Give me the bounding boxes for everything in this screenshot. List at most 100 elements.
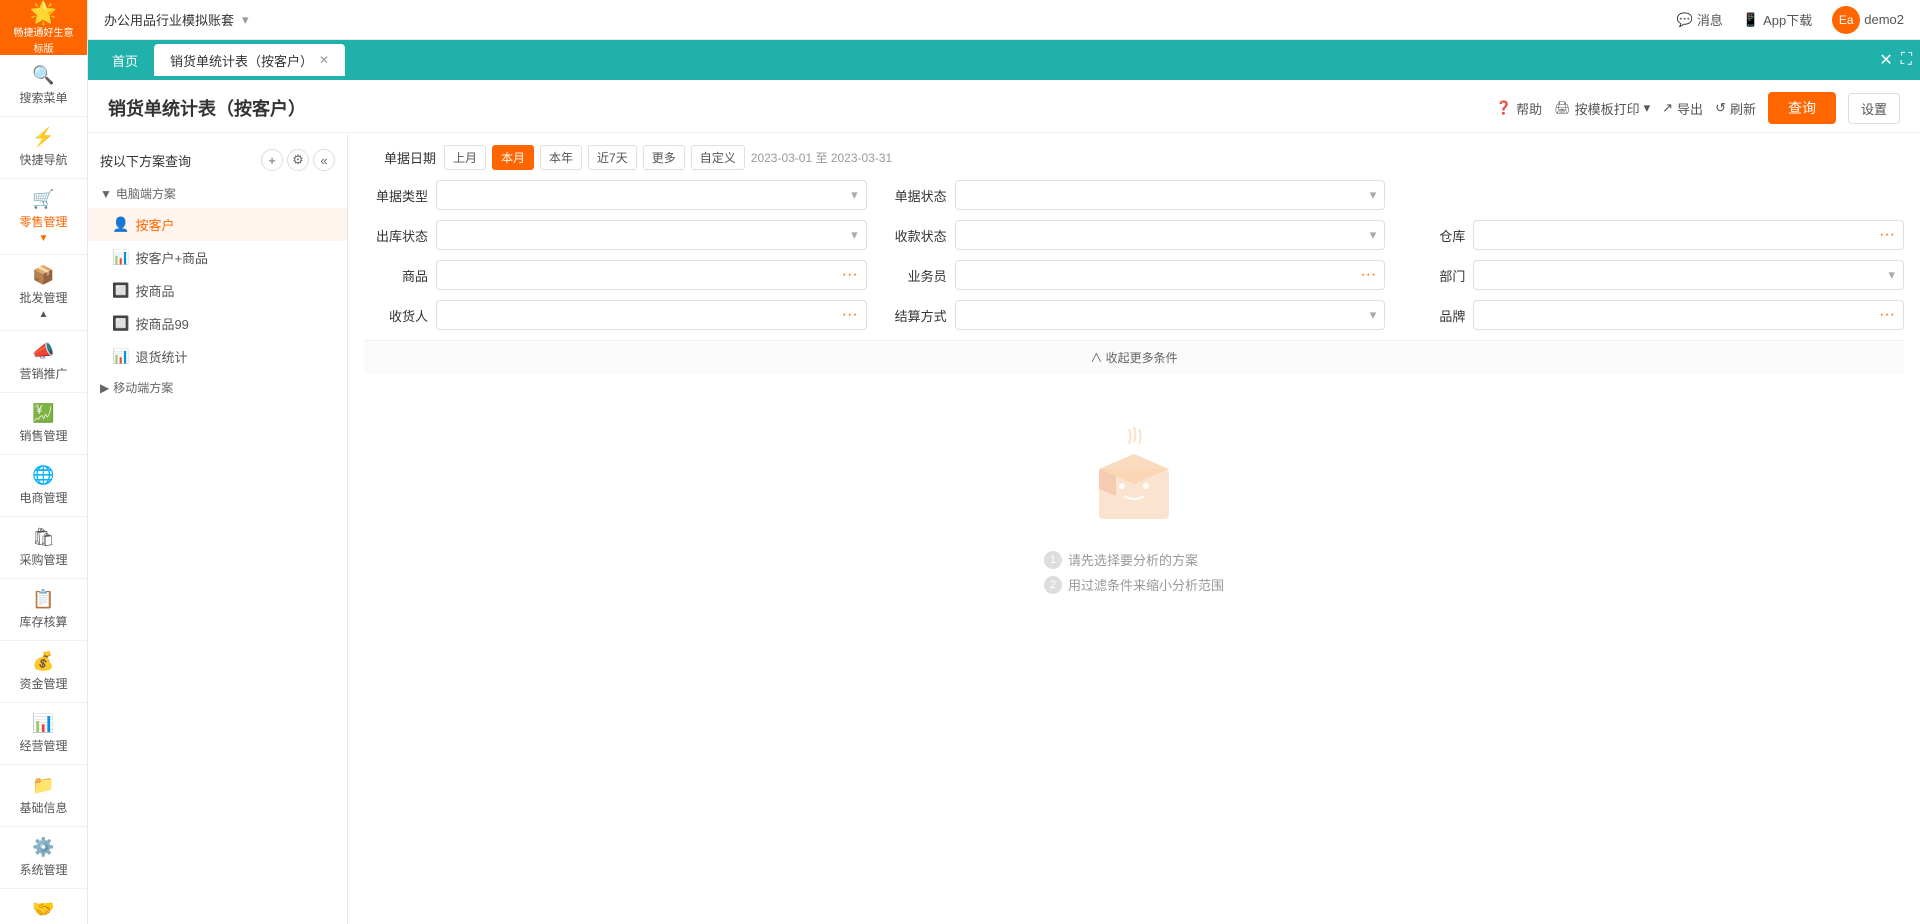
filter-cell-brand: 品牌 ··· (1401, 300, 1904, 330)
tip-text-2: 用过滤条件来缩小分析范围 (1068, 575, 1224, 594)
out-status-control[interactable]: ▾ (436, 220, 867, 250)
tab-close-icon[interactable]: ✕ (319, 53, 329, 67)
plan-item-refund[interactable]: 📊 退货统计 (88, 340, 347, 373)
date-btn-more[interactable]: 更多 (643, 145, 685, 170)
department-label: 部门 (1401, 266, 1473, 285)
sidebar-label-marketing: 营销推广 (19, 365, 67, 382)
salesman-control[interactable]: ··· (955, 260, 1386, 290)
desktop-section[interactable]: ▼ 电脑端方案 (88, 179, 347, 208)
date-btn-this-month[interactable]: 本月 (492, 145, 534, 170)
plan-item-by-customer-goods[interactable]: 📊 按客户+商品 (88, 241, 347, 274)
template-print-btn[interactable]: 🖨 按模板打印 ▾ (1554, 99, 1650, 118)
finance-icon: 💰 (32, 651, 54, 672)
voucher-type-control[interactable]: ▾ (436, 180, 867, 210)
collect-status-control[interactable]: ▾ (955, 220, 1386, 250)
plan-item-by-customer[interactable]: 👤 按客户 (88, 208, 347, 241)
query-btn[interactable]: 查询 (1768, 92, 1836, 124)
retail-expand-icon: ▼ (39, 233, 49, 244)
home-tab-label: 首页 (112, 51, 138, 70)
account-dropdown-icon[interactable]: ▾ (242, 12, 249, 28)
date-btn-this-year[interactable]: 本年 (540, 145, 582, 170)
app-download-btn[interactable]: 📱 App下载 (1743, 10, 1812, 29)
sidebar-item-finance[interactable]: 💰 资金管理 (0, 641, 87, 703)
sidebar-item-search-menu[interactable]: 🔍 搜索菜单 (0, 55, 87, 117)
sidebar-item-purchase[interactable]: 🛍 采购管理 (0, 517, 87, 579)
date-btn-last-month[interactable]: 上月 (444, 145, 486, 170)
tab-bar: 首页 销货单统计表（按客户） ✕ ✕ ⛶ (88, 40, 1920, 80)
sidebar-item-wholesale[interactable]: 📦 批发管理 ▲ (0, 255, 87, 331)
enterprise-icon: 🤝 (32, 899, 54, 920)
wholesale-expand-icon: ▲ (39, 309, 49, 320)
empty-tip-1: 1 请先选择要分析的方案 (1044, 550, 1224, 569)
mobile-section[interactable]: ▶ 移动端方案 (88, 373, 347, 402)
filter-row-date: 单据日期 上月 本月 本年 近7天 更多 自定义 2023-03-01 至 20… (364, 145, 1904, 170)
sidebar-label-operations: 经营管理 (19, 737, 67, 754)
message-icon: 💬 (1677, 12, 1693, 28)
help-btn[interactable]: ❓ 帮助 (1496, 99, 1542, 118)
settings-btn[interactable]: 设置 (1848, 93, 1900, 124)
warehouse-control[interactable]: ··· (1473, 220, 1904, 250)
tab-close-window-icon[interactable]: ✕ (1879, 50, 1892, 70)
sidebar-item-system[interactable]: ⚙️ 系统管理 (0, 827, 87, 889)
receiver-control[interactable]: ··· (436, 300, 867, 330)
filter-cell-salesman: 业务员 ··· (883, 260, 1386, 290)
help-label: 帮助 (1516, 99, 1542, 118)
by-customer-label: 按客户 (135, 215, 174, 234)
tip-num-1: 1 (1044, 551, 1062, 569)
sidebar-item-retail[interactable]: 🛒 零售管理 ▼ (0, 179, 87, 255)
right-panel: 单据日期 上月 本月 本年 近7天 更多 自定义 2023-03-01 至 20… (348, 133, 1920, 924)
basic-info-icon: 📁 (32, 775, 54, 796)
plan-item-by-goods-99[interactable]: 🔲 按商品99 (88, 307, 347, 340)
export-btn[interactable]: ↗ 导出 (1662, 99, 1703, 118)
date-btn-custom[interactable]: 自定义 (691, 145, 745, 170)
settlement-control[interactable]: ▾ (955, 300, 1386, 330)
voucher-status-control[interactable]: ▾ (955, 180, 1386, 210)
empty-state: 1 请先选择要分析的方案 2 用过滤条件来缩小分析范围 (364, 374, 1904, 634)
sidebar-item-basic-info[interactable]: 📁 基础信息 (0, 765, 87, 827)
settings-plan-btn[interactable]: ⚙ (287, 149, 309, 171)
plan-item-by-goods[interactable]: 🔲 按商品 (88, 274, 347, 307)
sidebar-item-inventory[interactable]: 📋 库存核算 (0, 579, 87, 641)
empty-tip-2: 2 用过滤条件来缩小分析范围 (1044, 575, 1224, 594)
report-tab-label: 销货单统计表（按客户） (170, 51, 313, 70)
salesman-dots: ··· (1360, 266, 1376, 284)
messages-btn[interactable]: 💬 消息 (1677, 10, 1723, 29)
collapse-bar[interactable]: ∧ 收起更多条件 (364, 340, 1904, 374)
sidebar-label-basic-info: 基础信息 (19, 799, 67, 816)
sidebar-label-purchase: 采购管理 (19, 551, 67, 568)
search-menu-icon: 🔍 (32, 65, 54, 86)
tip-num-2: 2 (1044, 576, 1062, 594)
sidebar-item-quick-nav[interactable]: ⚡ 快捷导航 (0, 117, 87, 179)
sidebar-item-sales[interactable]: 💹 销售管理 (0, 393, 87, 455)
refresh-btn[interactable]: ↺ 刷新 (1715, 99, 1756, 118)
settlement-arrow: ▾ (1370, 307, 1377, 323)
page-title: 销货单统计表（按客户） (108, 95, 306, 121)
sidebar-item-operations[interactable]: 📊 经营管理 (0, 703, 87, 765)
sidebar-label-ecommerce: 电商管理 (19, 489, 67, 506)
sidebar-item-marketing[interactable]: 📣 营销推广 (0, 331, 87, 393)
filter-cell-out-status: 出库状态 ▾ (364, 220, 867, 250)
collapse-panel-btn[interactable]: « (313, 149, 335, 171)
app-name: 畅捷通好生意 (14, 28, 74, 40)
app-logo: 🌟 畅捷通好生意 标版 (0, 0, 88, 55)
sidebar-item-enterprise[interactable]: 🤝 企业协同 (0, 889, 87, 924)
voucher-type-arrow: ▾ (851, 187, 858, 203)
tab-fullscreen-icon[interactable]: ⛶ (1901, 51, 1912, 69)
goods-control[interactable]: ··· (436, 260, 867, 290)
goods-label: 商品 (364, 266, 436, 285)
help-icon: ❓ (1496, 100, 1512, 116)
filter-cell-collect-status: 收款状态 ▾ (883, 220, 1386, 250)
sidebar-item-ecommerce[interactable]: 🌐 电商管理 (0, 455, 87, 517)
tab-home[interactable]: 首页 (96, 44, 154, 76)
brand-control[interactable]: ··· (1473, 300, 1904, 330)
sidebar-label-retail: 零售管理 (19, 213, 67, 230)
add-plan-btn[interactable]: + (261, 149, 283, 171)
department-control[interactable]: ▾ (1473, 260, 1904, 290)
user-profile-btn[interactable]: Ea demo2 (1832, 6, 1904, 34)
tab-report[interactable]: 销货单统计表（按客户） ✕ (154, 44, 345, 76)
date-btn-last-7-days[interactable]: 近7天 (588, 145, 637, 170)
page-body: 按以下方案查询 + ⚙ « ▼ 电脑端方案 👤 按客户 (88, 133, 1920, 924)
filter-cell-settlement: 结算方式 ▾ (883, 300, 1386, 330)
by-customer-goods-label: 按客户+商品 (135, 248, 208, 267)
mobile-section-arrow: ▶ (100, 381, 109, 395)
